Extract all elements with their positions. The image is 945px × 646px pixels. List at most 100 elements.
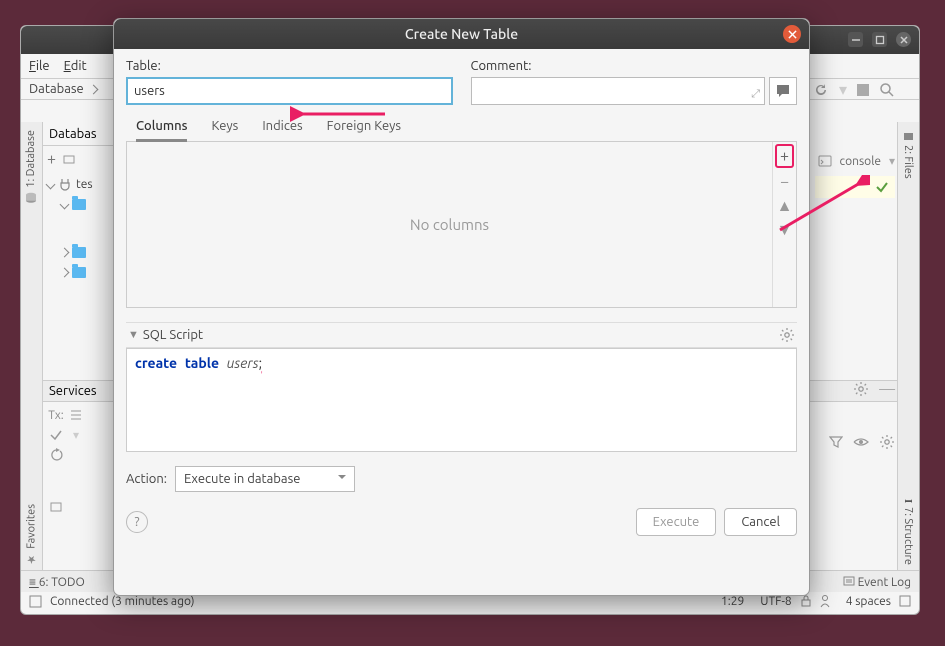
breadcrumb-database[interactable]: Database xyxy=(29,82,84,96)
action-row: Action: Execute in database xyxy=(126,466,797,492)
folder-icon xyxy=(903,130,914,141)
sync-icon[interactable] xyxy=(813,82,829,98)
console-label[interactable]: console xyxy=(840,155,881,168)
sidebar-tab-structure-label: 7: Structure xyxy=(902,507,914,565)
remove-column-button[interactable]: − xyxy=(773,170,796,194)
expand-icon[interactable]: ⤢ xyxy=(751,88,760,101)
action-label: Action: xyxy=(126,472,167,486)
status-icon xyxy=(29,595,42,608)
help-button[interactable]: ? xyxy=(126,511,148,533)
gear-icon[interactable] xyxy=(779,327,795,343)
tab-indices[interactable]: Indices xyxy=(262,119,302,142)
chevron-right-icon xyxy=(60,247,70,257)
comment-label: Comment: xyxy=(471,59,798,73)
columns-area: No columns + − ▲ ▼ xyxy=(126,142,797,308)
move-down-button[interactable]: ▼ xyxy=(773,218,796,242)
gear-icon[interactable] xyxy=(853,381,869,397)
minimize-button[interactable] xyxy=(848,32,863,47)
check-icon xyxy=(875,180,889,194)
ide-toolbar-right: ▾ xyxy=(813,80,895,99)
cancel-button[interactable]: Cancel xyxy=(724,508,797,536)
sidebar-tab-database-label: 1: Database xyxy=(25,130,37,188)
sql-script-label: SQL Script xyxy=(143,328,779,342)
comment-input[interactable]: ⤢ xyxy=(471,77,766,105)
table-label: Table: xyxy=(126,59,453,73)
dialog-titlebar: Create New Table xyxy=(114,19,809,49)
search-icon[interactable] xyxy=(879,82,895,98)
sidebar-tab-favorites-label: Favorites xyxy=(26,504,38,549)
close-window-button[interactable] xyxy=(896,32,911,47)
eventlog-tab[interactable]: Event Log xyxy=(843,575,911,589)
sidebar-tab-favorites[interactable]: ★ Favorites xyxy=(25,504,38,566)
tab-foreign-keys[interactable]: Foreign Keys xyxy=(327,119,401,142)
lock-icon[interactable] xyxy=(800,595,812,607)
tx-dropdown-icon[interactable]: ▾ xyxy=(67,426,85,444)
datasource-icon[interactable] xyxy=(62,152,76,166)
comment-dialog-button[interactable] xyxy=(769,77,797,105)
status-indent[interactable]: 4 spaces xyxy=(846,595,891,608)
chevron-right-icon xyxy=(60,267,70,277)
add-icon[interactable]: + xyxy=(47,150,56,168)
tx-toolbar: Tx: ▾ xyxy=(43,402,89,520)
sql-script-box[interactable]: create table users; xyxy=(126,348,797,452)
sql-keyword: create xyxy=(135,355,177,371)
stop-icon[interactable] xyxy=(857,84,869,96)
sidebar-tab-files[interactable]: 2: Files xyxy=(902,130,914,179)
maximize-button[interactable] xyxy=(872,32,887,47)
caret-down-icon: ▼ xyxy=(128,329,139,341)
rollback-icon[interactable] xyxy=(47,446,65,464)
ide-side-left: 1: Database ★ Favorites xyxy=(21,122,43,572)
tab-keys[interactable]: Keys xyxy=(211,119,238,142)
add-column-button[interactable]: + xyxy=(775,144,794,168)
status-cursor-pos: 1:29 xyxy=(721,595,744,608)
status-indicator-icon xyxy=(899,595,911,607)
create-table-dialog: Create New Table Table: Comment: ⤢ Colum… xyxy=(113,18,810,596)
chevron-down-icon xyxy=(46,179,56,189)
no-columns-label: No columns xyxy=(127,142,772,307)
query-result-bar xyxy=(815,176,895,198)
tab-columns[interactable]: Columns xyxy=(136,119,187,142)
menu-file[interactable]: File xyxy=(29,59,50,73)
chevron-down-icon xyxy=(60,199,70,209)
chevron-right-icon xyxy=(88,84,98,94)
output-icon[interactable] xyxy=(47,498,65,516)
folder-icon xyxy=(72,199,86,210)
action-select-value: Execute in database xyxy=(184,472,300,486)
status-connected: Connected (3 minutes ago) xyxy=(50,595,195,608)
hector-icon[interactable] xyxy=(818,594,832,608)
sidebar-tab-structure[interactable]: I 7: Structure xyxy=(902,499,914,565)
dialog-tabs: Columns Keys Indices Foreign Keys xyxy=(136,119,797,142)
eye-icon[interactable] xyxy=(853,434,869,450)
console-icon xyxy=(818,154,832,168)
action-select[interactable]: Execute in database xyxy=(175,466,355,492)
folder-icon xyxy=(72,267,86,278)
table-name-input[interactable] xyxy=(126,77,453,105)
plug-icon xyxy=(58,177,72,191)
dialog-footer: ? Execute Cancel xyxy=(126,508,797,536)
sql-script-header[interactable]: ▼ SQL Script xyxy=(126,322,797,348)
gear-icon[interactable] xyxy=(879,434,895,450)
move-up-button[interactable]: ▲ xyxy=(773,194,796,218)
filter-icon[interactable] xyxy=(829,435,843,449)
sql-keyword: table xyxy=(185,355,219,371)
dialog-title: Create New Table xyxy=(405,26,518,42)
sql-semicolon: ; xyxy=(259,355,262,371)
ide-subtoolbar: console ▾ xyxy=(818,154,895,168)
status-encoding[interactable]: UTF-8 xyxy=(760,595,791,608)
execute-button[interactable]: Execute xyxy=(636,508,717,536)
sql-identifier: users xyxy=(227,355,259,371)
tx-label: Tx: xyxy=(47,406,65,424)
tree-label: tes xyxy=(76,178,93,191)
menu-edit[interactable]: Edit xyxy=(64,59,87,73)
commit-icon[interactable] xyxy=(47,426,65,444)
dialog-close-button[interactable] xyxy=(783,25,801,43)
todo-tab[interactable]: ≡ 6: TODO xyxy=(29,575,85,589)
sidebar-tab-database[interactable]: 1: Database xyxy=(25,130,37,204)
services-tools: — xyxy=(853,380,895,398)
columns-sidebar: + − ▲ ▼ xyxy=(772,142,796,307)
sidebar-tab-files-label: 2: Files xyxy=(902,145,914,179)
folder-icon xyxy=(72,247,86,258)
database-icon xyxy=(25,192,37,204)
tx-indent-icon[interactable] xyxy=(67,406,85,424)
ide-side-right: 2: Files I 7: Structure xyxy=(897,122,919,572)
